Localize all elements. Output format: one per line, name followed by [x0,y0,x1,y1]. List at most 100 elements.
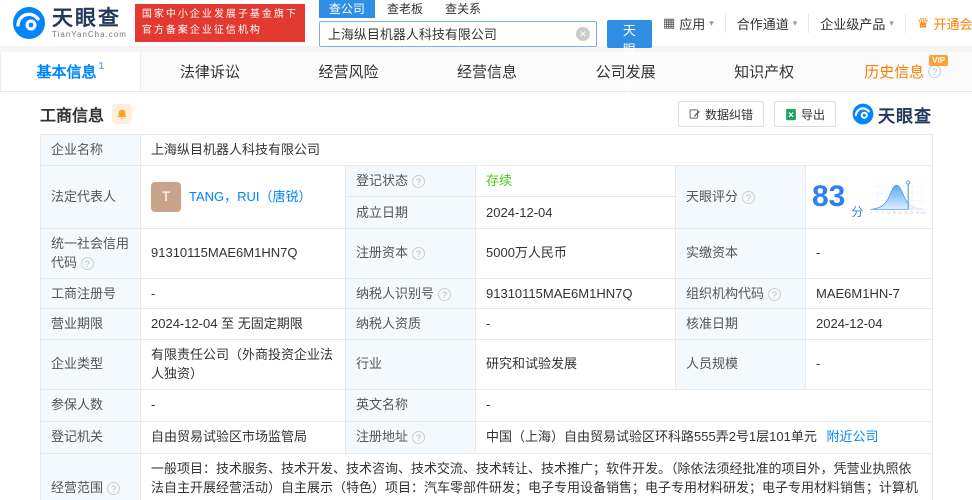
apps-grid-icon: ▦ [663,15,675,31]
svg-text:5: 5 [882,210,884,214]
score-cell: 83 分 [806,165,933,228]
field-label: 工商注册号 [41,278,141,309]
logo-domain: TianYanCha.com [52,31,127,39]
field-label: 纳税人识别号? [346,278,476,309]
svg-text:100: 100 [921,210,926,214]
search-button[interactable]: 天眼一下 [607,20,652,48]
approval-date: 2024-12-04 [806,309,933,340]
reg-number: - [141,278,346,309]
help-icon[interactable]: ? [412,175,425,188]
subscribe-bell-icon[interactable] [112,104,132,124]
uscc: 91310115MAE6M1HN7Q [141,228,346,278]
company-type: 有限责任公司（外商投资企业法人独资） [141,339,346,389]
english-name: - [476,389,933,421]
nav-apps[interactable]: ▦ 应用 ▾ [652,14,725,33]
help-icon[interactable]: ? [412,431,425,444]
search-area: 查公司 查老板 查关系 ✕ 天眼一下 [319,0,652,48]
top-header: 天眼查 TianYanCha.com 国家中小企业发展子基金旗下 官方备案企业征… [0,0,972,46]
field-label: 英文名称 [346,389,476,421]
field-label: 登记机关 [41,421,141,453]
reg-authority: 自由贸易试验区市场监管局 [141,421,346,453]
search-tab-relation[interactable]: 查关系 [435,0,491,18]
field-label: 注册地址? [346,421,476,453]
gov-certification-badge: 国家中小企业发展子基金旗下 官方备案企业征信机构 [135,4,305,42]
vip-badge: VIP [929,55,948,66]
nearby-companies-link[interactable]: 附近公司 [826,429,878,444]
avatar: T [151,182,181,212]
top-nav: ▦ 应用 ▾ 合作通道 ▾ 企业级产品 ▾ ♛ 开通会员 ▾ 肖青羽 ▾ [652,14,972,33]
business-info-section-header: 工商信息 数据纠错 导出 天眼查 [0,92,972,134]
field-label: 企业名称 [41,135,141,166]
help-icon[interactable]: ? [107,482,120,495]
nav-enterprise-products[interactable]: 企业级产品 ▾ [808,14,905,33]
svg-text:80: 80 [905,210,909,214]
field-label: 人员规模 [676,339,806,389]
edit-icon [689,108,701,120]
nav-open-vip[interactable]: ♛ 开通会员 ▾ [905,14,972,33]
industry: 研究和试验发展 [476,339,676,389]
tianyancha-logo[interactable]: 天眼查 TianYanCha.com [12,6,127,40]
data-correction-button[interactable]: 数据纠错 [678,101,764,127]
search-tab-company[interactable]: 查公司 [319,0,375,18]
tab-operating-risk[interactable]: 经营风险 [279,52,418,91]
field-label: 行业 [346,339,476,389]
field-label: 参保人数 [41,389,141,421]
excel-file-icon [785,108,797,121]
taxpayer-id: 91310115MAE6M1HN7Q [476,278,676,309]
clear-icon[interactable]: ✕ [576,27,590,41]
help-icon[interactable]: ? [928,65,941,78]
chevron-down-icon: ▾ [793,18,798,29]
tab-legal-proceedings[interactable]: 法律诉讼 [141,52,280,91]
chevron-down-icon: ▾ [889,18,894,29]
help-icon[interactable]: ? [742,191,755,204]
field-label: 天眼评分? [676,165,806,228]
company-name: 上海纵目机器人科技有限公司 [141,135,933,166]
tab-company-development[interactable]: 公司发展 [556,52,695,91]
address-cell: 中国（上海）自由贸易试验区环科路555弄2号1层101单元 附近公司 [476,421,933,453]
search-input[interactable] [319,21,597,47]
help-icon[interactable]: ? [412,247,425,260]
staff-size: - [806,339,933,389]
score-value: 83 [812,182,845,212]
tianyancha-logo-icon [852,103,874,125]
field-label: 实缴资本 [676,228,806,278]
company-tab-bar: 基本信息1 法律诉讼 经营风险 经营信息 公司发展 知识产权 VIP 历史信息 … [0,52,972,92]
help-icon[interactable]: ? [768,288,781,301]
svg-text:60: 60 [899,210,903,214]
search-tab-boss[interactable]: 查老板 [377,0,433,18]
help-icon[interactable]: ? [81,257,94,270]
nav-cooperation[interactable]: 合作通道 ▾ [725,14,809,33]
establish-date: 2024-12-04 [476,197,676,229]
chevron-down-icon: ▾ [709,18,714,29]
reg-capital: 5000万人民币 [476,228,676,278]
section-title: 工商信息 [40,102,104,126]
tianyancha-logo-icon [12,6,46,40]
tab-intellectual-property[interactable]: 知识产权 [695,52,834,91]
field-label: 法定代表人 [41,165,141,228]
field-label: 企业类型 [41,339,141,389]
logo-title: 天眼查 [52,8,127,29]
field-label: 成立日期 [346,197,476,229]
tab-basic-info[interactable]: 基本信息1 [0,52,141,91]
svg-text:15: 15 [887,210,891,214]
chart-x-ticks: 0 1 5 15 40 60 80 95 99 100 [871,210,926,214]
help-icon[interactable]: ? [438,288,451,301]
field-label: 营业期限 [41,309,141,340]
field-label: 登记状态? [346,165,476,197]
tab-business-info[interactable]: 经营信息 [418,52,557,91]
field-label: 组织机构代码? [676,278,806,309]
org-code: MAE6M1HN-7 [806,278,933,309]
score-distribution-chart: 0 1 5 15 40 60 80 95 99 100 [869,170,926,224]
field-label: 纳税人资质 [346,309,476,340]
tab-history-info[interactable]: VIP 历史信息 ? [833,52,972,91]
legal-rep-link[interactable]: TANG，RUI（唐锐） [189,187,312,207]
field-label: 核准日期 [676,309,806,340]
business-term: 2024-12-04 至 无固定期限 [141,309,346,340]
svg-text:40: 40 [893,210,897,214]
field-label: 统一社会信用代码? [41,228,141,278]
crown-icon: ♛ [917,15,930,32]
legal-rep-cell: T TANG，RUI（唐锐） [141,165,346,228]
paid-capital: - [806,228,933,278]
export-button[interactable]: 导出 [774,101,836,127]
svg-text:95: 95 [911,210,915,214]
